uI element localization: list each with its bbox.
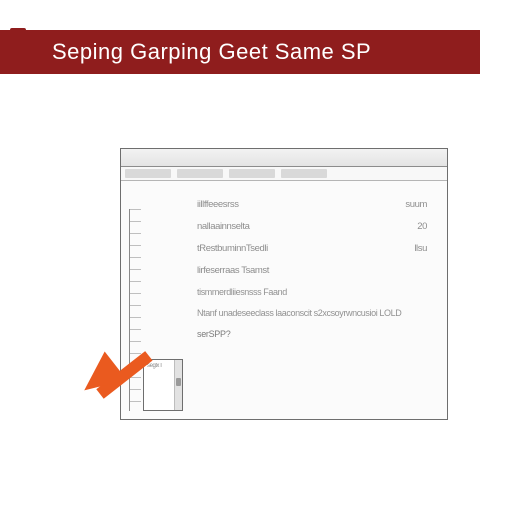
title-bar: Seping Garping Geet Same SP [0, 30, 480, 74]
ruler [129, 209, 141, 411]
row-key: Ntanf unadeseeclass laaconscit s2xcsoyrw… [197, 308, 427, 318]
row-key: iillffeeesrss [197, 199, 239, 210]
settings-row: nallaainnselta 20 [197, 221, 427, 232]
settings-row: Ntanf unadeseeclass laaconscit s2xcsoyrw… [197, 308, 427, 318]
panel-toolbar [121, 149, 447, 167]
panel-content: seglx I iillffeeesrss suum nallaainnselt… [121, 181, 447, 419]
row-key: tismmerdliiesnsss Faand [197, 287, 427, 297]
tab[interactable] [177, 169, 223, 178]
row-val: suum [405, 199, 427, 210]
title-text: Seping Garping Geet Same SP [52, 39, 371, 65]
mini-scrollbox-text: seglx I [147, 363, 172, 370]
row-key: tRestbuminnTsedli [197, 243, 268, 254]
row-key: nallaainnselta [197, 221, 250, 232]
panel-foot-label: serSPP? [197, 329, 427, 339]
row-val: 20 [417, 221, 427, 232]
settings-row: lirfeserraas Tsamst [197, 265, 427, 276]
scrollbar-thumb[interactable] [176, 378, 181, 386]
tab[interactable] [229, 169, 275, 178]
row-val: llsu [414, 243, 427, 254]
mini-scrollbox[interactable]: seglx I [143, 359, 183, 411]
settings-row: iillffeeesrss suum [197, 199, 427, 210]
tab[interactable] [281, 169, 327, 178]
panel-tabstrip[interactable] [121, 167, 447, 181]
row-key: lirfeserraas Tsamst [197, 265, 269, 276]
settings-row: tRestbuminnTsedli llsu [197, 243, 427, 254]
settings-row: tismmerdliiesnsss Faand [197, 287, 427, 297]
tab[interactable] [125, 169, 171, 178]
settings-panel: seglx I iillffeeesrss suum nallaainnselt… [120, 148, 448, 420]
panel-gutter: seglx I [129, 209, 185, 411]
